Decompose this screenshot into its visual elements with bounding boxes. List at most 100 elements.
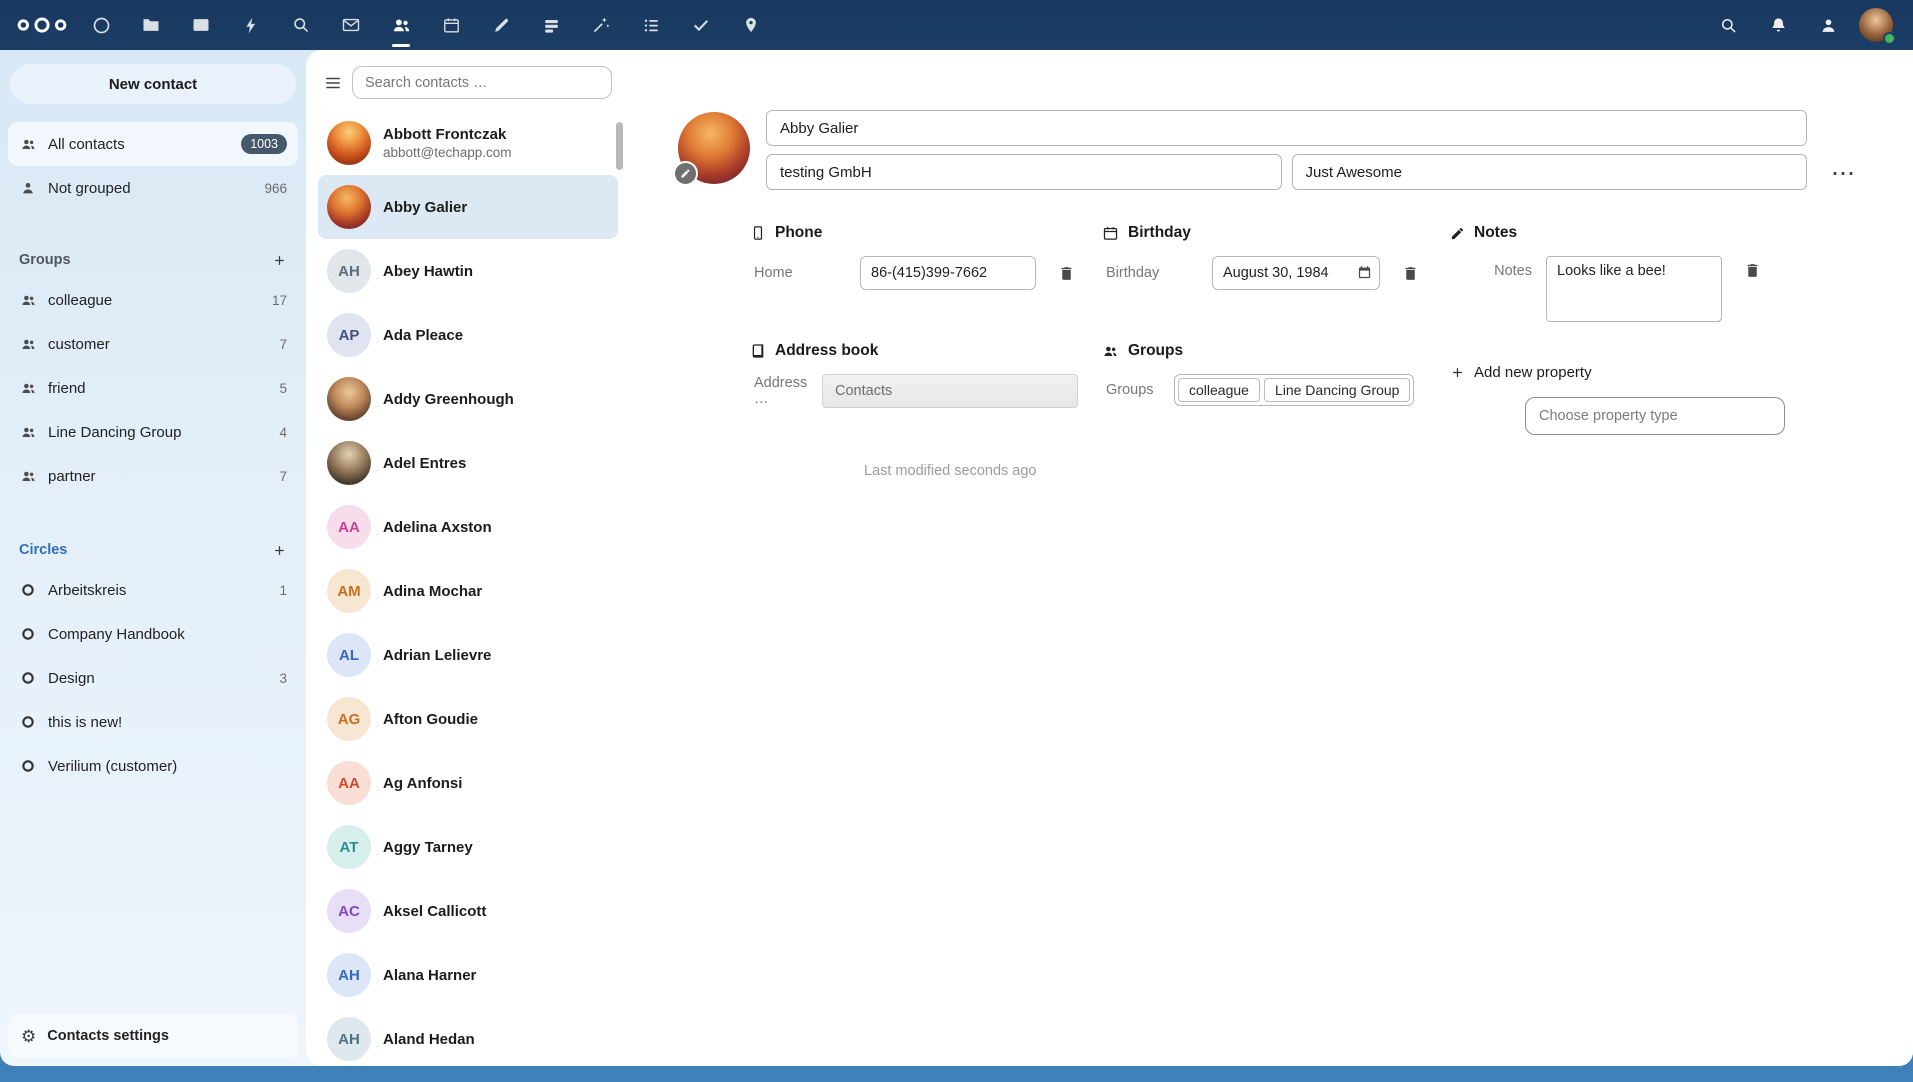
- contact-list-item[interactable]: AT Aggy Tarney: [318, 815, 618, 879]
- contact-name: Adel Entres: [383, 455, 466, 472]
- online-status-dot: [1883, 32, 1896, 45]
- property-type-select[interactable]: Choose property type: [1525, 397, 1785, 435]
- search-contacts-input[interactable]: [352, 66, 612, 99]
- app-dashboard-icon[interactable]: [76, 0, 126, 50]
- notes-textarea[interactable]: Looks like a bee!: [1546, 256, 1722, 322]
- sidebar-group-item[interactable]: partner 7: [8, 454, 298, 498]
- app-photos-icon[interactable]: [176, 0, 226, 50]
- contact-email: abbott@techapp.com: [383, 145, 512, 160]
- sidebar-group-item[interactable]: Line Dancing Group 4: [8, 410, 298, 454]
- sidebar-circle-item[interactable]: Verilium (customer): [8, 744, 298, 788]
- sidebar-circle-item[interactable]: this is new!: [8, 700, 298, 744]
- app-notes-icon[interactable]: [476, 0, 526, 50]
- list-scrollbar[interactable]: [616, 122, 623, 170]
- contact-photo[interactable]: [678, 112, 750, 184]
- app-deck-icon[interactable]: [526, 0, 576, 50]
- group-people-icon: [19, 424, 37, 441]
- contacts-settings-button[interactable]: ⚙ Contacts settings: [8, 1014, 298, 1058]
- delete-notes-icon[interactable]: [1744, 262, 1761, 279]
- contact-list-item[interactable]: AL Adrian Lelievre: [318, 623, 618, 687]
- new-contact-button[interactable]: New contact: [10, 64, 296, 104]
- app-maps-icon[interactable]: [726, 0, 776, 50]
- contact-list-item[interactable]: AM Adina Mochar: [318, 559, 618, 623]
- sidebar-circle-item[interactable]: Company Handbook: [8, 612, 298, 656]
- contact-avatar-initials: AP: [327, 313, 371, 357]
- contact-name: Aksel Callicott: [383, 903, 486, 920]
- contacts-menu-icon[interactable]: [1803, 0, 1853, 50]
- app-activity-icon[interactable]: [226, 0, 276, 50]
- contact-list-item[interactable]: Addy Greenhough: [318, 367, 618, 431]
- actions-menu-icon[interactable]: ⋯: [1831, 162, 1855, 186]
- contact-list-item[interactable]: AA Ag Anfonsi: [318, 751, 618, 815]
- sidebar-item-not-grouped[interactable]: Not grouped 966: [8, 166, 298, 210]
- contact-list-item[interactable]: AH Abey Hawtin: [318, 239, 618, 303]
- sidebar-item-all-contacts[interactable]: All contacts 1003: [8, 122, 298, 166]
- nextcloud-logo-icon[interactable]: [10, 0, 74, 50]
- add-circle-button[interactable]: [272, 543, 287, 558]
- full-name-input[interactable]: [766, 110, 1807, 146]
- group-label: Line Dancing Group: [48, 424, 181, 441]
- add-property-button[interactable]: Add new property: [1450, 364, 1592, 381]
- notes-property: Notes Notes Looks like a bee!: [1450, 224, 1913, 322]
- app-tasks-icon[interactable]: [676, 0, 726, 50]
- contact-avatar: [327, 441, 371, 485]
- birthday-type-label: Birthday: [1102, 265, 1212, 281]
- birthday-property: Birthday Birthday: [1102, 224, 1450, 322]
- not-grouped-count: 966: [264, 181, 287, 196]
- list-menu-icon[interactable]: [324, 74, 342, 92]
- contact-header: ⋯: [626, 50, 1913, 190]
- contact-name: Abbott Frontczak: [383, 126, 512, 143]
- app-assistant-icon[interactable]: [576, 0, 626, 50]
- sidebar-circle-item[interactable]: Arbeitskreis 1: [8, 568, 298, 612]
- job-title-input[interactable]: [1292, 154, 1808, 190]
- contact-list-item[interactable]: Adel Entres: [318, 431, 618, 495]
- birthday-input[interactable]: [1212, 256, 1380, 290]
- app-list-icon[interactable]: [626, 0, 676, 50]
- circle-label: Arbeitskreis: [48, 582, 126, 599]
- sidebar-group-item[interactable]: friend 5: [8, 366, 298, 410]
- edit-photo-icon[interactable]: [673, 161, 698, 186]
- sidebar-group-item[interactable]: customer 7: [8, 322, 298, 366]
- contact-list-item[interactable]: AC Aksel Callicott: [318, 879, 618, 943]
- contact-list-item[interactable]: AA Adelina Axston: [318, 495, 618, 559]
- circle-count: 1: [279, 583, 287, 598]
- delete-birthday-icon[interactable]: [1402, 265, 1419, 282]
- group-people-icon: [19, 468, 37, 485]
- notifications-bell-icon[interactable]: [1753, 0, 1803, 50]
- add-group-button[interactable]: [272, 253, 287, 268]
- gear-icon: ⚙: [21, 1028, 36, 1045]
- company-input[interactable]: [766, 154, 1282, 190]
- add-property-section: Add new property Choose property type: [1450, 342, 1913, 435]
- contact-list-item[interactable]: AH Alana Harner: [318, 943, 618, 1007]
- circles-list: Arbeitskreis 1 Company Handbook Design 3…: [8, 568, 298, 788]
- contact-name: Adelina Axston: [383, 519, 492, 536]
- app-calendar-icon[interactable]: [426, 0, 476, 50]
- contact-list-item[interactable]: AP Ada Pleace: [318, 303, 618, 367]
- unified-search-icon[interactable]: [1703, 0, 1753, 50]
- user-avatar[interactable]: [1859, 8, 1893, 42]
- groups-select[interactable]: colleagueLine Dancing Group: [1174, 374, 1414, 406]
- group-tag[interactable]: colleague: [1178, 378, 1260, 402]
- app-mail-icon[interactable]: [326, 0, 376, 50]
- sidebar-circle-item[interactable]: Design 3: [8, 656, 298, 700]
- contact-list-item[interactable]: Abby Galier: [318, 175, 618, 239]
- sidebar-group-item[interactable]: colleague 17: [8, 278, 298, 322]
- contact-list-item[interactable]: Abbott Frontczak abbott@techapp.com: [318, 111, 618, 175]
- app-contacts-icon[interactable]: [376, 0, 426, 50]
- groups-type-label: Groups: [1102, 382, 1174, 398]
- contact-list-item[interactable]: AG Afton Goudie: [318, 687, 618, 751]
- contact-avatar-initials: AC: [327, 889, 371, 933]
- addressbook-select[interactable]: Contacts: [822, 374, 1078, 408]
- last-modified-text: Last modified seconds ago: [864, 463, 1037, 479]
- contact-avatar-initials: AL: [327, 633, 371, 677]
- group-tag[interactable]: Line Dancing Group: [1264, 378, 1411, 402]
- contact-list-item[interactable]: AH Aland Hedan: [318, 1007, 618, 1066]
- app-search-icon[interactable]: [276, 0, 326, 50]
- addressbook-property: Address book Address … Contacts: [750, 342, 1102, 435]
- phone-type-label[interactable]: Home: [750, 265, 860, 281]
- pencil-icon: [1450, 226, 1465, 241]
- app-files-icon[interactable]: [126, 0, 176, 50]
- contact-name: Abey Hawtin: [383, 263, 473, 280]
- delete-phone-icon[interactable]: [1058, 265, 1075, 282]
- phone-number-input[interactable]: [860, 256, 1036, 290]
